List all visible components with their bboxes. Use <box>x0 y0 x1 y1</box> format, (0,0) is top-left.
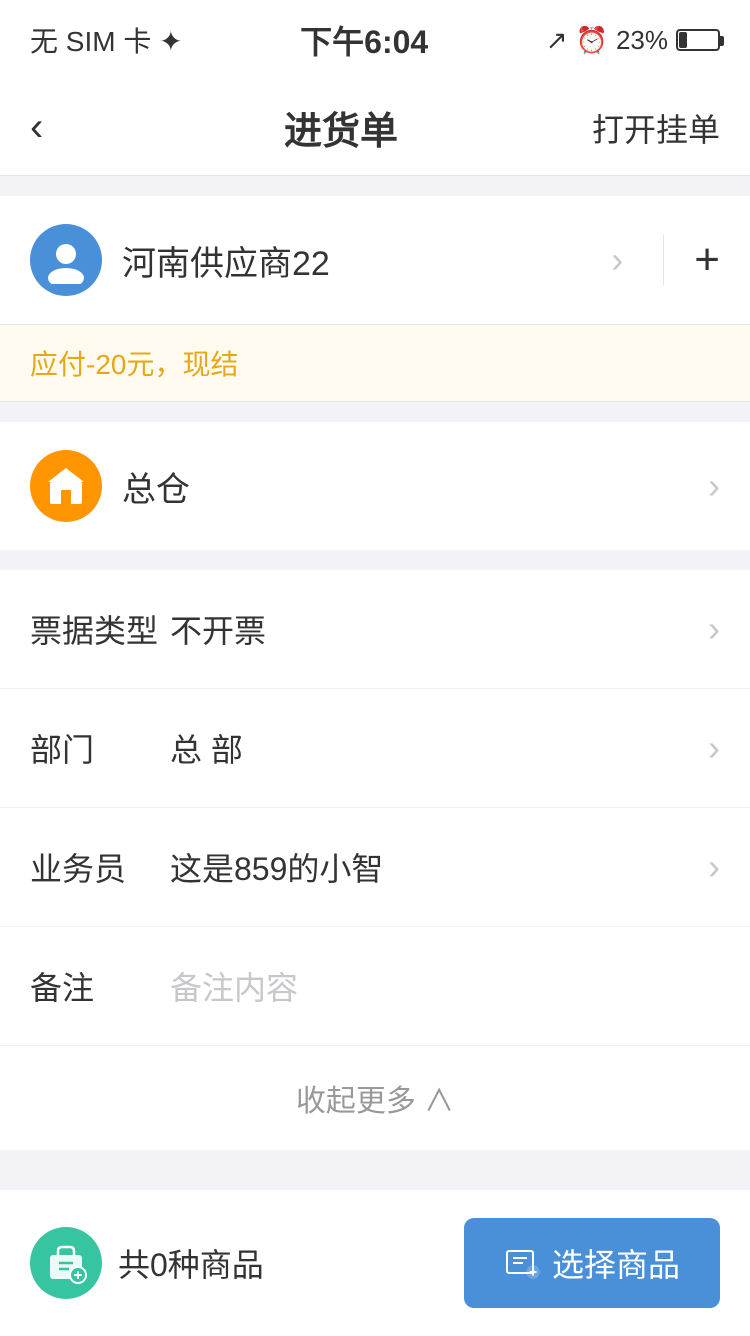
collapse-text: 收起更多 ∧ <box>296 1085 454 1118</box>
nav-bar: ‹ 进货单 打开挂单 <box>0 80 750 176</box>
invoice-type-chevron: › <box>708 608 720 650</box>
gap-2 <box>0 402 750 422</box>
page-container: 无 SIM 卡 ✦ 下午6:04 ↗ ⏰ 23% ‹ 进货单 打开挂单 <box>0 0 750 1336</box>
avatar-icon <box>42 236 90 284</box>
gap-1 <box>0 176 750 196</box>
bottom-section: 共0种商品 选择商品 <box>0 1190 750 1336</box>
select-product-label: 选择商品 <box>552 1240 680 1286</box>
product-count-text: 共0种商品 <box>118 1240 264 1286</box>
product-count-wrap: 共0种商品 <box>30 1227 264 1299</box>
status-bar: 无 SIM 卡 ✦ 下午6:04 ↗ ⏰ 23% <box>0 0 750 80</box>
form-section: 票据类型 不开票 › 部门 总 部 › 业务员 这是859的小智 › 备注 备注… <box>0 570 750 1150</box>
back-button[interactable]: ‹ <box>30 105 90 150</box>
product-icon <box>44 1241 88 1285</box>
supplier-name: 河南供应商22 <box>122 236 611 285</box>
product-icon-wrap <box>30 1227 102 1299</box>
open-pending-button[interactable]: 打开挂单 <box>592 105 720 151</box>
add-supplier-button[interactable]: + <box>694 235 720 285</box>
invoice-type-row[interactable]: 票据类型 不开票 › <box>0 570 750 689</box>
gap-4 <box>0 1150 750 1170</box>
remark-label: 备注 <box>30 963 170 1009</box>
supplier-row[interactable]: 河南供应商22 › + <box>0 196 750 325</box>
supplier-avatar <box>30 224 102 296</box>
remark-placeholder: 备注内容 <box>170 963 720 1009</box>
supplier-alert-text: 应付-20元，现结 <box>30 349 238 380</box>
invoice-type-value: 不开票 <box>170 606 708 652</box>
warehouse-section: 总仓 › <box>0 422 750 550</box>
battery-text: 23% <box>616 25 668 56</box>
supplier-alert-row: 应付-20元，现结 <box>0 325 750 402</box>
alarm-icon: ⏰ <box>576 25 608 56</box>
supplier-chevron-icon: › <box>611 239 623 281</box>
warehouse-icon-wrap <box>30 450 102 522</box>
department-label: 部门 <box>30 725 170 771</box>
divider <box>663 235 664 285</box>
invoice-type-label: 票据类型 <box>30 606 170 652</box>
select-product-button[interactable]: 选择商品 <box>464 1218 720 1308</box>
salesperson-row[interactable]: 业务员 这是859的小智 › <box>0 808 750 927</box>
remark-row[interactable]: 备注 备注内容 <box>0 927 750 1045</box>
page-title: 进货单 <box>284 100 398 155</box>
salesperson-chevron: › <box>708 846 720 888</box>
department-value: 总 部 <box>170 725 708 771</box>
battery-icon <box>676 29 720 51</box>
status-right: ↗ ⏰ 23% <box>546 25 720 56</box>
collapse-row[interactable]: 收起更多 ∧ <box>0 1045 750 1150</box>
warehouse-chevron-icon: › <box>708 465 720 507</box>
gap-3 <box>0 550 750 570</box>
salesperson-value: 这是859的小智 <box>170 844 708 890</box>
department-chevron: › <box>708 727 720 769</box>
warehouse-row[interactable]: 总仓 › <box>0 422 750 550</box>
salesperson-label: 业务员 <box>30 844 170 890</box>
status-left: 无 SIM 卡 ✦ <box>30 20 183 60</box>
select-product-icon <box>504 1245 540 1281</box>
warehouse-name: 总仓 <box>122 462 708 511</box>
warehouse-icon <box>44 464 88 508</box>
location-icon: ↗ <box>546 25 568 56</box>
supplier-section: 河南供应商22 › + 应付-20元，现结 <box>0 196 750 402</box>
status-time: 下午6:04 <box>300 17 428 63</box>
department-row[interactable]: 部门 总 部 › <box>0 689 750 808</box>
signal-text: 无 SIM 卡 ✦ <box>30 20 183 60</box>
